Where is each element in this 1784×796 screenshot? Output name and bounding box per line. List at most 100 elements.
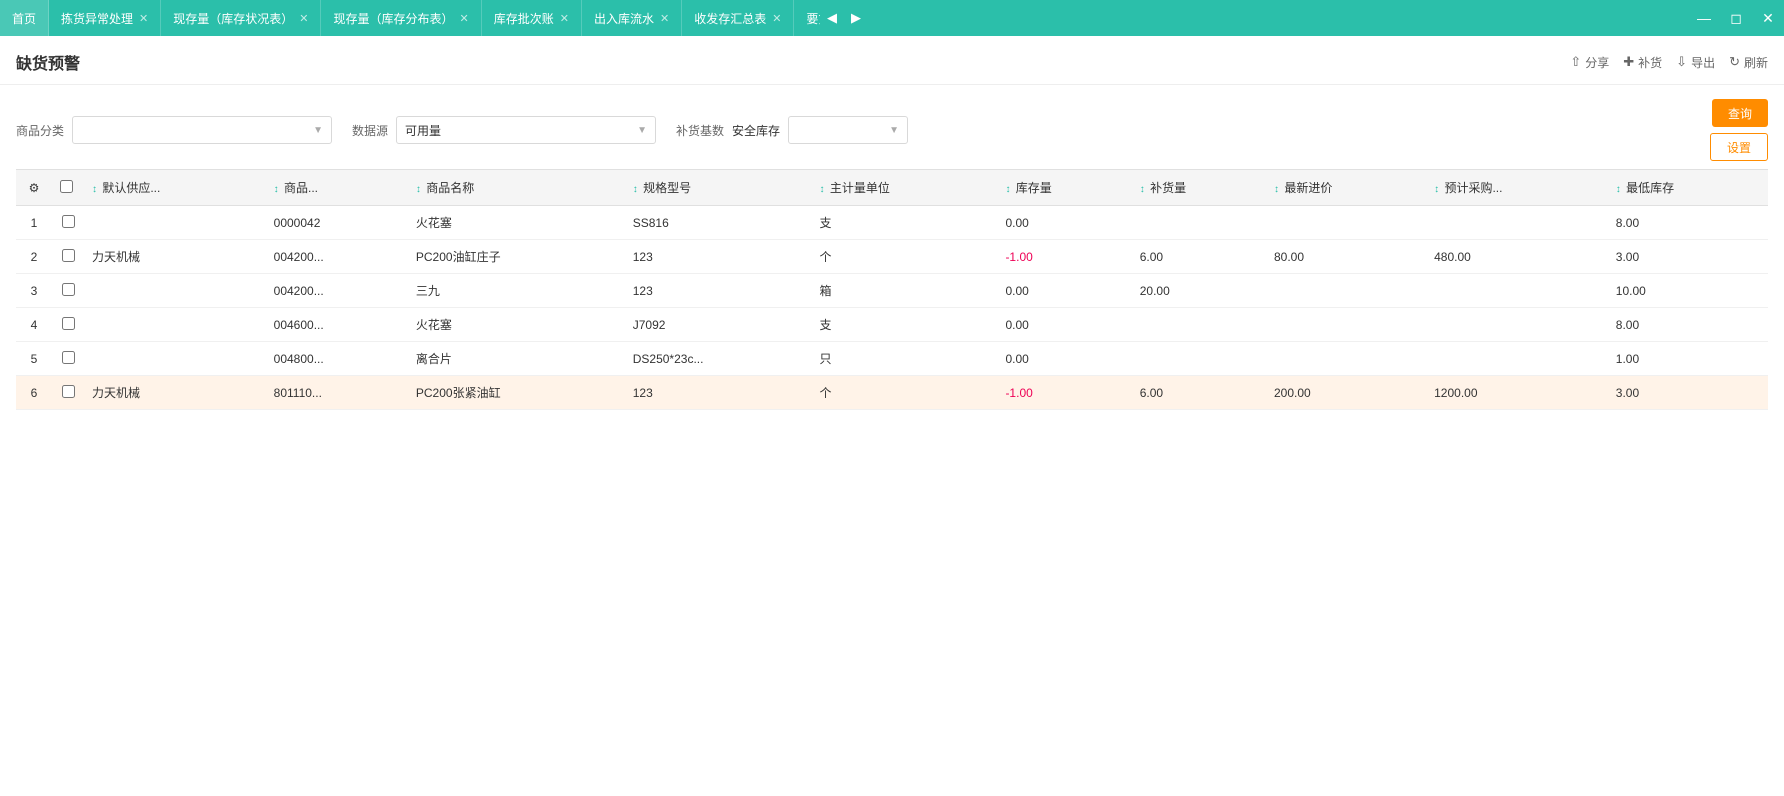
datasource-label: 数据源 <box>352 122 388 139</box>
tab-item-inventory-dist[interactable]: 现存量（库存分布表）✕ <box>321 0 481 36</box>
cell-est-purchase <box>1426 308 1608 342</box>
cell-min-stock: 8.00 <box>1608 206 1768 240</box>
cell-latest-price: 80.00 <box>1266 240 1426 274</box>
cell-est-purchase: 1200.00 <box>1426 376 1608 410</box>
replenish-action[interactable]: ✚ 补货 <box>1623 54 1662 71</box>
row-select-checkbox[interactable] <box>62 215 75 228</box>
cell-spec: SS816 <box>625 206 812 240</box>
sort-icon: ↕ <box>1140 184 1145 195</box>
sort-icon: ↕ <box>1616 184 1621 195</box>
tab-item-home[interactable]: 首页 <box>0 0 49 36</box>
win-min-btn[interactable]: — <box>1688 0 1720 36</box>
replenish-base-value: 安全库存 <box>732 122 780 139</box>
category-select[interactable]: ▼ <box>72 116 332 144</box>
cell-est-purchase <box>1426 342 1608 376</box>
row-select-checkbox[interactable] <box>62 385 75 398</box>
cell-latest-price <box>1266 274 1426 308</box>
row-checkbox-cell <box>52 240 84 274</box>
export-action[interactable]: ⇩ 导出 <box>1676 54 1715 71</box>
tab-item-receipt-summary[interactable]: 收发存汇总表✕ <box>682 0 794 36</box>
data-table: ⚙ ↕ 默认供应... ↕ 商品... ↕ <box>16 169 1768 410</box>
tab-close-inventory-status[interactable]: ✕ <box>299 12 308 25</box>
cell-supplier: 力天机械 <box>84 240 266 274</box>
col-gear[interactable]: ⚙ <box>16 170 52 206</box>
tab-bar: 首页拣货异常处理✕现存量（库存状况表）✕现存量（库存分布表）✕库存批次账✕出入库… <box>0 0 1784 36</box>
cell-supplier <box>84 274 266 308</box>
tab-next-btn[interactable]: ▶ <box>844 0 868 36</box>
row-index: 3 <box>16 274 52 308</box>
col-latest-price[interactable]: ↕ 最新进价 <box>1266 170 1426 206</box>
sort-icon: ↕ <box>1274 184 1279 195</box>
filter-row: 商品分类 ▼ 数据源 可用量 ▼ 补货基数 安全库存 ▼ 查询 <box>0 85 1784 169</box>
cell-code: 004200... <box>266 240 408 274</box>
col-unit[interactable]: ↕ 主计量单位 <box>811 170 997 206</box>
col-replenish-label: 补货量 <box>1150 181 1186 195</box>
win-close-btn[interactable]: ✕ <box>1752 0 1784 36</box>
row-select-checkbox[interactable] <box>62 317 75 330</box>
row-index: 6 <box>16 376 52 410</box>
cell-latest-price: 200.00 <box>1266 376 1426 410</box>
table-row: 10000042火花塞SS816支0.008.00 <box>16 206 1768 240</box>
header-actions: ⇧ 分享 ✚ 补货 ⇩ 导出 ↻ 刷新 <box>1570 54 1768 71</box>
cell-stock: 0.00 <box>997 274 1131 308</box>
tab-close-batch-account[interactable]: ✕ <box>560 12 569 25</box>
cell-replenish <box>1132 342 1266 376</box>
tab-item-abnormal[interactable]: 拣货异常处理✕ <box>49 0 161 36</box>
sort-icon: ↕ <box>1434 184 1439 195</box>
cell-latest-price <box>1266 308 1426 342</box>
cell-name: 火花塞 <box>408 308 625 342</box>
row-checkbox-cell <box>52 274 84 308</box>
row-select-checkbox[interactable] <box>62 351 75 364</box>
select-all-checkbox[interactable] <box>60 180 73 193</box>
table-wrap: ⚙ ↕ 默认供应... ↕ 商品... ↕ <box>0 169 1784 410</box>
refresh-action[interactable]: ↻ 刷新 <box>1729 54 1768 71</box>
cell-code: 801110... <box>266 376 408 410</box>
tab-close-abnormal[interactable]: ✕ <box>139 12 148 25</box>
col-code[interactable]: ↕ 商品... <box>266 170 408 206</box>
tab-item-inout-flow[interactable]: 出入库流水✕ <box>582 0 682 36</box>
query-button[interactable]: 查询 <box>1712 99 1768 127</box>
row-index: 5 <box>16 342 52 376</box>
table-row: 3004200...三九123箱0.0020.0010.00 <box>16 274 1768 308</box>
col-supplier[interactable]: ↕ 默认供应... <box>84 170 266 206</box>
row-select-checkbox[interactable] <box>62 283 75 296</box>
cell-min-stock: 3.00 <box>1608 376 1768 410</box>
replenish-base-select[interactable]: ▼ <box>788 116 908 144</box>
setting-button[interactable]: 设置 <box>1710 133 1768 161</box>
table-header-row: ⚙ ↕ 默认供应... ↕ 商品... ↕ <box>16 170 1768 206</box>
row-index: 2 <box>16 240 52 274</box>
col-est-purchase-label: 预计采购... <box>1444 181 1502 195</box>
cell-code: 004800... <box>266 342 408 376</box>
sort-icon: ↕ <box>416 184 421 195</box>
tab-close-inventory-dist[interactable]: ✕ <box>460 12 469 25</box>
share-action[interactable]: ⇧ 分享 <box>1570 54 1609 71</box>
col-spec[interactable]: ↕ 规格型号 <box>625 170 812 206</box>
sort-icon: ↕ <box>819 184 824 195</box>
cell-replenish: 6.00 <box>1132 376 1266 410</box>
tab-item-inventory-status[interactable]: 现存量（库存状况表）✕ <box>161 0 321 36</box>
col-name[interactable]: ↕ 商品名称 <box>408 170 625 206</box>
category-label: 商品分类 <box>16 122 64 139</box>
tab-close-receipt-summary[interactable]: ✕ <box>772 12 781 25</box>
row-select-checkbox[interactable] <box>62 249 75 262</box>
col-est-purchase[interactable]: ↕ 预计采购... <box>1426 170 1608 206</box>
cell-replenish <box>1132 206 1266 240</box>
tab-close-inout-flow[interactable]: ✕ <box>660 12 669 25</box>
col-min-stock-label: 最低库存 <box>1626 181 1674 195</box>
tab-item-order-stat[interactable]: 要货单统计表✕ <box>794 0 820 36</box>
sort-icon: ↕ <box>274 184 279 195</box>
tab-prev-btn[interactable]: ◀ <box>820 0 844 36</box>
tab-item-batch-account[interactable]: 库存批次账✕ <box>482 0 582 36</box>
col-stock[interactable]: ↕ 库存量 <box>997 170 1131 206</box>
datasource-select[interactable]: 可用量 ▼ <box>396 116 656 144</box>
gear-icon: ⚙ <box>29 181 40 195</box>
cell-replenish: 6.00 <box>1132 240 1266 274</box>
cell-spec: 123 <box>625 274 812 308</box>
col-latest-price-label: 最新进价 <box>1284 181 1332 195</box>
col-min-stock[interactable]: ↕ 最低库存 <box>1608 170 1768 206</box>
col-replenish[interactable]: ↕ 补货量 <box>1132 170 1266 206</box>
cell-replenish <box>1132 308 1266 342</box>
win-restore-btn[interactable]: ◻ <box>1720 0 1752 36</box>
cell-name: 火花塞 <box>408 206 625 240</box>
cell-name: 离合片 <box>408 342 625 376</box>
